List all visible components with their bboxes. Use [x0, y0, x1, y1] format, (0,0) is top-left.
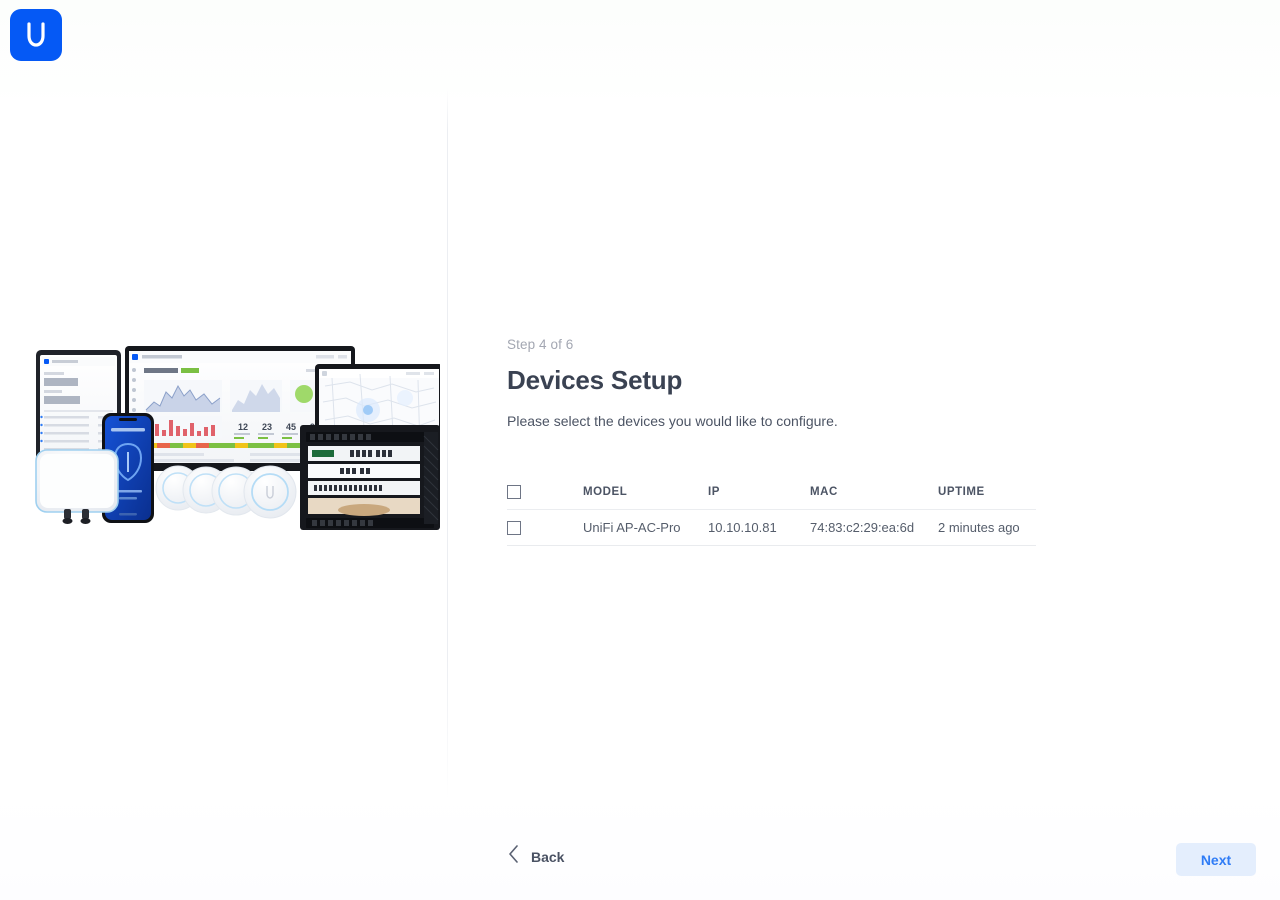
cell-model: UniFi AP-AC-Pro — [583, 520, 681, 535]
cell-ip: 10.10.10.81 — [708, 520, 777, 535]
table-row[interactable]: UniFi AP-AC-Pro 10.10.10.81 74:83:c2:29:… — [507, 510, 1036, 546]
step-indicator: Step 4 of 6 — [507, 337, 574, 352]
chevron-left-icon — [508, 845, 519, 868]
back-button[interactable]: Back — [508, 845, 564, 868]
column-header-ip: IP — [708, 486, 720, 498]
table-header-row: MODEL IP MAC UPTIME — [507, 475, 1036, 510]
devices-table: MODEL IP MAC UPTIME UniFi AP-AC-Pro 10.1… — [507, 475, 1036, 546]
wizard-heading-block: Step 4 of 6 Devices Setup Please select … — [507, 338, 1127, 432]
column-header-model: MODEL — [583, 486, 628, 498]
cell-mac: 74:83:c2:29:ea:6d — [810, 520, 915, 535]
svg-text:12: 12 — [238, 422, 248, 432]
column-header-uptime: UPTIME — [938, 486, 985, 498]
page-subtitle: Please select the devices you would like… — [507, 413, 838, 430]
setup-wizard-page: 12 23 45 93 4 — [0, 0, 1280, 900]
panel-divider — [447, 88, 448, 798]
select-all-checkbox[interactable] — [507, 485, 521, 499]
cell-uptime: 2 minutes ago — [938, 520, 1020, 535]
page-title: Devices Setup — [507, 364, 683, 395]
select-all-cell — [507, 485, 583, 499]
svg-text:23: 23 — [262, 422, 272, 432]
next-button-label: Next — [1200, 851, 1232, 868]
svg-text:45: 45 — [286, 422, 296, 432]
ubiquiti-u-logo-icon — [25, 22, 47, 48]
row-select-cell — [507, 520, 583, 535]
row-checkbox[interactable] — [507, 520, 521, 535]
unifi-product-family-illustration: 12 23 45 93 4 — [20, 340, 440, 540]
column-header-mac: MAC — [810, 486, 838, 498]
back-button-label: Back — [531, 848, 565, 865]
ubiquiti-logo — [10, 9, 62, 61]
next-button[interactable]: Next — [1176, 843, 1256, 876]
